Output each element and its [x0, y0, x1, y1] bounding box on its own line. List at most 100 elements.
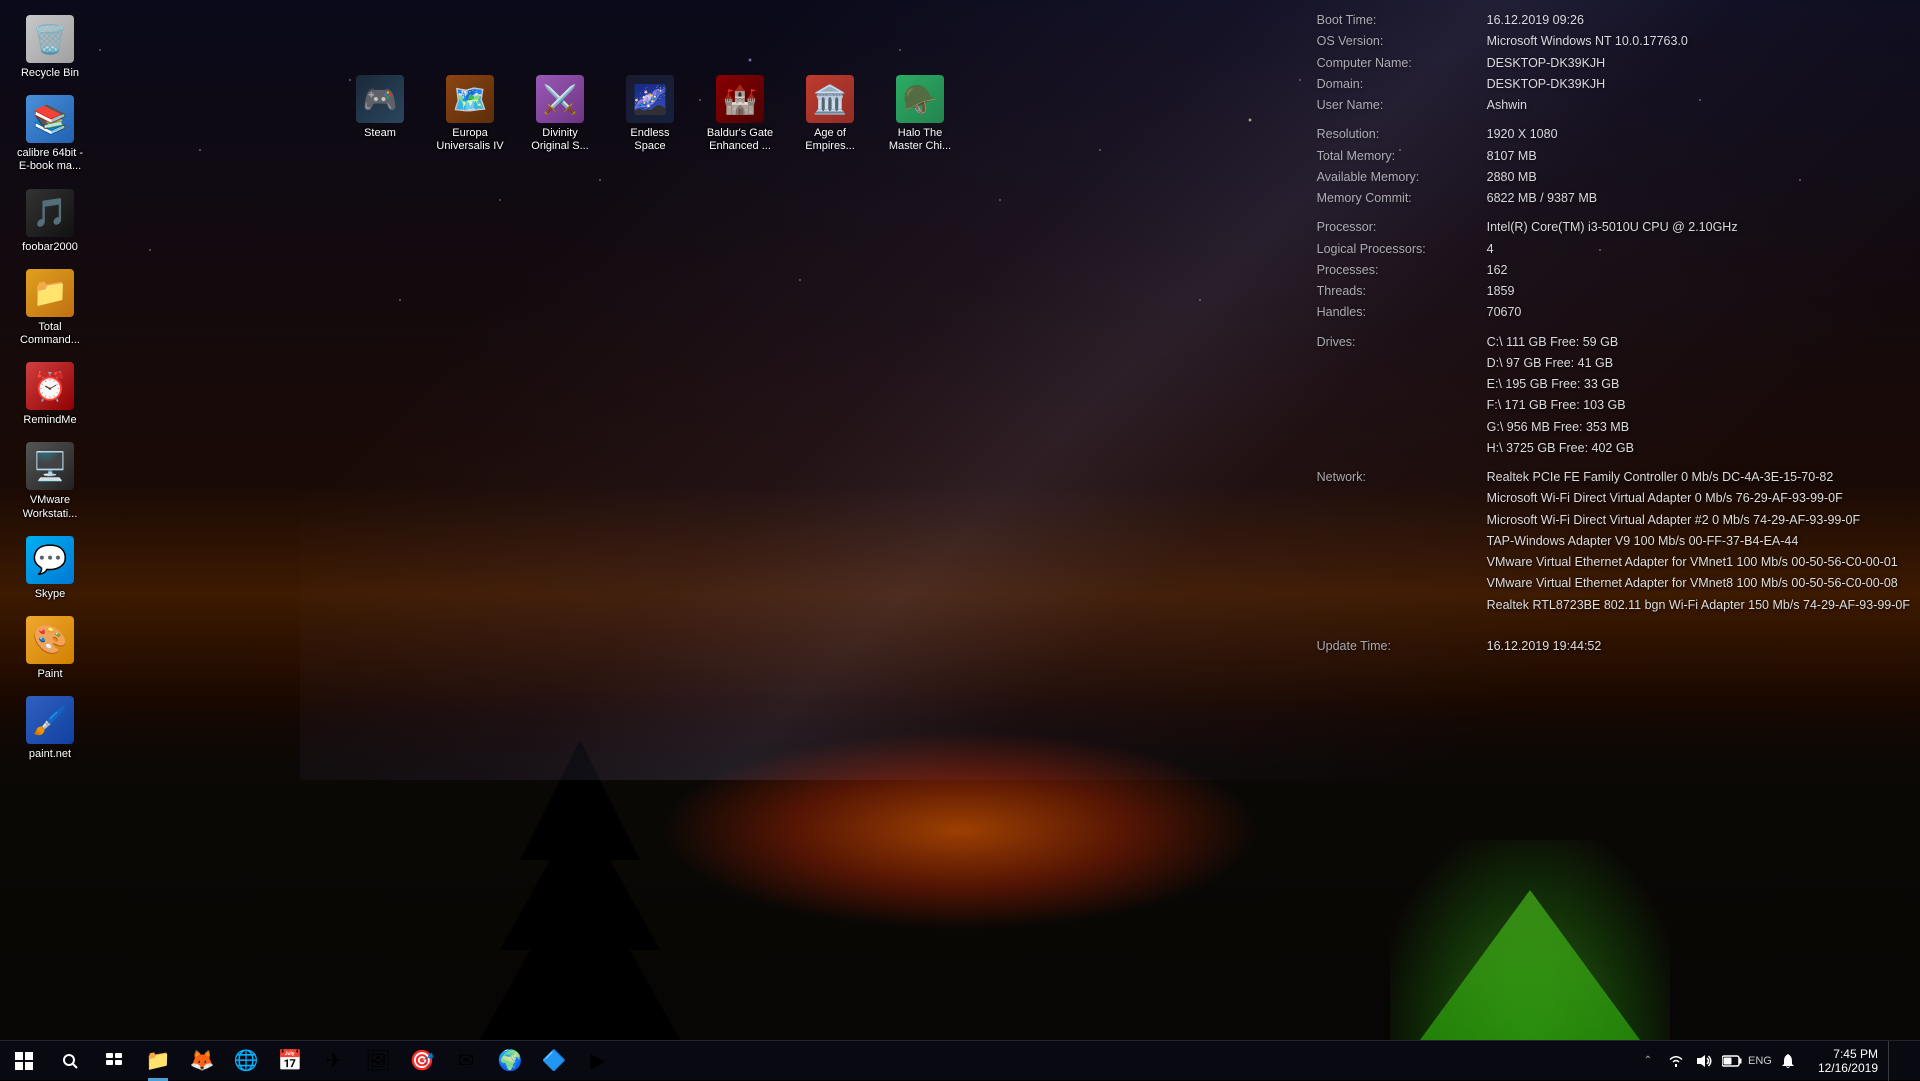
os-value: Microsoft Windows NT 10.0.17763.0: [1487, 31, 1688, 52]
drive-d: D:\ 97 GB Free: 41 GB: [1487, 356, 1613, 370]
processes-label: Processes:: [1317, 260, 1487, 281]
network-value: Realtek PCIe FE Family Controller 0 Mb/s…: [1487, 467, 1910, 616]
threads-value: 1859: [1487, 281, 1515, 302]
total-commander-icon: 📁: [26, 269, 74, 317]
taskbar-pin-edge2[interactable]: 🔷: [532, 1041, 576, 1081]
recycle-bin-icon: 🗑️: [26, 15, 74, 63]
network-6: Realtek RTL8723BE 802.11 bgn Wi-Fi Adapt…: [1487, 598, 1910, 612]
skype-label: Skype: [35, 588, 66, 601]
taskbar-pin-media[interactable]: ▶: [576, 1041, 620, 1081]
calibre-icon: 📚: [26, 95, 74, 143]
taskbar-pin-game[interactable]: 🎯: [400, 1041, 444, 1081]
tent-glow: [1390, 840, 1670, 1040]
update-label: Update Time:: [1317, 636, 1487, 657]
system-tray: ⌃: [1628, 1041, 1808, 1081]
paint-icon: 🎨: [26, 616, 74, 664]
boot-time-label: Boot Time:: [1317, 10, 1487, 31]
desktop-icons-area: 🗑️ Recycle Bin 📚 calibre 64bit - E-book …: [0, 0, 100, 776]
network-4: VMware Virtual Ethernet Adapter for VMne…: [1487, 555, 1898, 569]
age-of-empires-icon: 🏛️: [806, 75, 854, 123]
remindme-label: RemindMe: [23, 414, 76, 427]
taskbar-pin-calendar[interactable]: 📅: [268, 1041, 312, 1081]
steam-label: Steam: [364, 127, 396, 140]
boot-time-value: 16.12.2019 09:26: [1487, 10, 1584, 31]
avail-mem-value: 2880 MB: [1487, 167, 1537, 188]
desktop-icon-vmware[interactable]: 🖥️ VMware Workstati...: [10, 437, 90, 525]
resolution-label: Resolution:: [1317, 124, 1487, 145]
clock-date: 12/16/2019: [1818, 1061, 1878, 1075]
show-desktop-button[interactable]: [1888, 1041, 1920, 1081]
start-button[interactable]: [0, 1041, 48, 1081]
desktop-icon-steam[interactable]: 🎮 Steam: [340, 70, 420, 145]
update-value: 16.12.2019 19:44:52: [1487, 636, 1602, 657]
europa-label: Europa Universalis IV: [435, 127, 505, 153]
divinity-icon: ⚔️: [536, 75, 584, 123]
foobar-label: foobar2000: [22, 241, 78, 254]
desktop-icon-foobar[interactable]: 🎵 foobar2000: [10, 184, 90, 259]
desktop-icon-paintnet[interactable]: 🖌️ paint.net: [10, 691, 90, 766]
taskbar: 📁 🦊 🌐 📅 ✈ 🖼 🎯 ✉ 🌍 🔷 ▶ ⌃: [0, 1040, 1920, 1080]
desktop: 🗑️ Recycle Bin 📚 calibre 64bit - E-book …: [0, 0, 1920, 1080]
computer-value: DESKTOP-DK39KJH: [1487, 53, 1606, 74]
tray-notifications[interactable]: [1776, 1041, 1800, 1081]
mem-commit-label: Memory Commit:: [1317, 188, 1487, 209]
taskbar-pin-explorer[interactable]: 📁: [136, 1041, 180, 1081]
halo-label: Halo The Master Chi...: [885, 127, 955, 153]
network-2: Microsoft Wi-Fi Direct Virtual Adapter #…: [1487, 513, 1861, 527]
drive-g: G:\ 956 MB Free: 353 MB: [1487, 420, 1629, 434]
tray-battery[interactable]: [1720, 1041, 1744, 1081]
desktop-icon-recycle-bin[interactable]: 🗑️ Recycle Bin: [10, 10, 90, 85]
processor-label: Processor:: [1317, 217, 1487, 238]
network-0: Realtek PCIe FE Family Controller 0 Mb/s…: [1487, 470, 1834, 484]
taskbar-pin-ie[interactable]: 🌐: [224, 1041, 268, 1081]
endless-space-icon: 🌌: [626, 75, 674, 123]
skype-icon: 💬: [26, 536, 74, 584]
desktop-icon-europa[interactable]: 🗺️ Europa Universalis IV: [430, 70, 510, 158]
paintnet-label: paint.net: [29, 748, 71, 761]
taskbar-pin-telegram[interactable]: ✈: [312, 1041, 356, 1081]
desktop-icon-skype[interactable]: 💬 Skype: [10, 531, 90, 606]
processes-value: 162: [1487, 260, 1508, 281]
user-value: Ashwin: [1487, 95, 1527, 116]
remindme-icon: ⏰: [26, 362, 74, 410]
processor-value: Intel(R) Core(TM) i3-5010U CPU @ 2.10GHz: [1487, 217, 1738, 238]
desktop-icon-divinity[interactable]: ⚔️ Divinity Original S...: [520, 70, 600, 158]
halo-icon: 🪖: [896, 75, 944, 123]
taskbar-pin-mail[interactable]: ✉: [444, 1041, 488, 1081]
taskbar-pin-photos[interactable]: 🖼: [356, 1041, 400, 1081]
desktop-icon-remindme[interactable]: ⏰ RemindMe: [10, 357, 90, 432]
taskbar-clock[interactable]: 7:45 PM 12/16/2019: [1808, 1041, 1888, 1081]
vmware-label: VMware Workstati...: [15, 494, 85, 520]
paintnet-icon: 🖌️: [26, 696, 74, 744]
domain-value: DESKTOP-DK39KJH: [1487, 74, 1606, 95]
taskbar-search[interactable]: [48, 1041, 92, 1081]
taskbar-pin-firefox[interactable]: 🦊: [180, 1041, 224, 1081]
tray-volume[interactable]: [1692, 1041, 1716, 1081]
network-label: Network:: [1317, 467, 1487, 616]
desktop-icon-halo[interactable]: 🪖 Halo The Master Chi...: [880, 70, 960, 158]
taskbar-task-view[interactable]: [92, 1041, 136, 1081]
desktop-icon-baldur[interactable]: 🏰 Baldur's Gate Enhanced ...: [700, 70, 780, 158]
tray-wifi[interactable]: [1664, 1041, 1688, 1081]
tray-hidden-icons[interactable]: ⌃: [1636, 1041, 1660, 1081]
logical-value: 4: [1487, 239, 1494, 260]
drives-value: C:\ 111 GB Free: 59 GB D:\ 97 GB Free: 4…: [1487, 332, 1634, 460]
drives-label: Drives:: [1317, 332, 1487, 460]
tray-keyboard[interactable]: ENG: [1748, 1041, 1772, 1081]
desktop-icon-age-of-empires[interactable]: 🏛️ Age of Empires...: [790, 70, 870, 158]
desktop-icon-endless-space[interactable]: 🌌 Endless Space: [610, 70, 690, 158]
drive-c: C:\ 111 GB Free: 59 GB: [1487, 335, 1619, 349]
baldur-label: Baldur's Gate Enhanced ...: [705, 127, 775, 153]
total-commander-label: Total Command...: [15, 321, 85, 347]
total-mem-value: 8107 MB: [1487, 146, 1537, 167]
paint-label: Paint: [37, 668, 62, 681]
baldur-icon: 🏰: [716, 75, 764, 123]
threads-label: Threads:: [1317, 281, 1487, 302]
desktop-icon-total-commander[interactable]: 📁 Total Command...: [10, 264, 90, 352]
desktop-icon-paint[interactable]: 🎨 Paint: [10, 611, 90, 686]
taskbar-pin-edge[interactable]: 🌍: [488, 1041, 532, 1081]
desktop-icon-calibre[interactable]: 📚 calibre 64bit - E-book ma...: [10, 90, 90, 178]
calibre-label: calibre 64bit - E-book ma...: [15, 147, 85, 173]
clock-time: 7:45 PM: [1833, 1047, 1878, 1061]
game-icons-row: 🎮 Steam 🗺️ Europa Universalis IV ⚔️ Divi…: [340, 70, 960, 158]
